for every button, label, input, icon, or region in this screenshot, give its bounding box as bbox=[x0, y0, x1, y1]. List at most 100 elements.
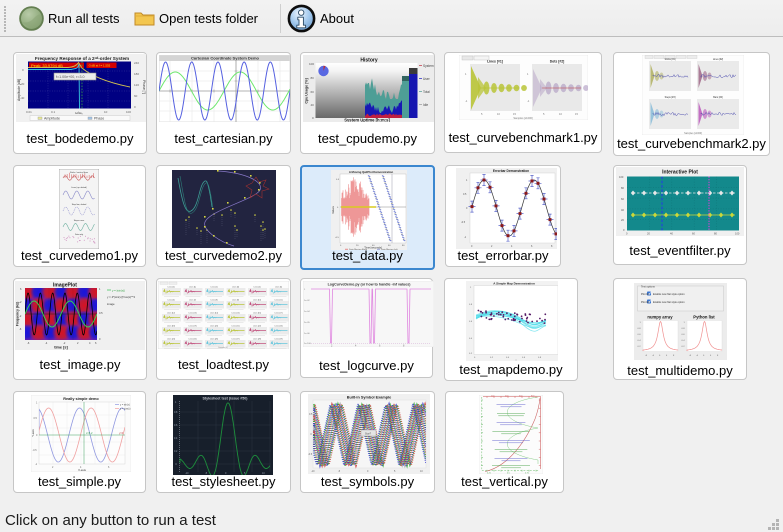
svg-text:Lines [12]: Lines [12] bbox=[167, 313, 175, 315]
svg-text:A Simple Map Demonstration: A Simple Map Demonstration bbox=[493, 282, 535, 286]
svg-text:Interactive Plot: Interactive Plot bbox=[662, 170, 698, 176]
svg-text:Lines [21]: Lines [21] bbox=[232, 326, 240, 328]
svg-text:Python list: Python list bbox=[693, 315, 715, 320]
svg-text:x=5.2: x=5.2 bbox=[86, 431, 93, 435]
svg-text:Lines [15]: Lines [15] bbox=[232, 313, 240, 315]
svg-text:Phase: Phase bbox=[94, 116, 104, 120]
svg-text:40: 40 bbox=[311, 103, 315, 107]
svg-text:ω/ω₀: ω/ω₀ bbox=[75, 111, 83, 115]
svg-text:100: 100 bbox=[309, 62, 314, 66]
svg-text:100: 100 bbox=[619, 175, 624, 179]
svg-text:Lines [14]: Lines [14] bbox=[210, 313, 218, 315]
svg-text:y = 4*|sin(x)|*cos(x)**3: y = 4*|sin(x)|*cos(x)**3 bbox=[107, 295, 135, 299]
svg-text:-3 dB at f = 1.555: -3 dB at f = 1.555 bbox=[88, 64, 111, 68]
svg-text:180: 180 bbox=[134, 72, 139, 76]
svg-text:Cpu Usage [%]: Cpu Usage [%] bbox=[305, 78, 309, 103]
svg-text:Lines [11]: Lines [11] bbox=[275, 300, 283, 302]
svg-text:System Uptime [h:m:s]: System Uptime [h:m:s] bbox=[344, 118, 390, 122]
svg-text:Lines [2]: Lines [2] bbox=[211, 287, 218, 289]
svg-text:Lines [13]: Lines [13] bbox=[189, 313, 197, 315]
svg-text:numpy array: numpy array bbox=[647, 315, 673, 320]
svg-text:0.1: 0.1 bbox=[51, 110, 56, 114]
svg-text:Lines [#1]: Lines [#1] bbox=[487, 59, 503, 63]
svg-text:ImagePlot: ImagePlot bbox=[53, 283, 77, 289]
svg-text:Lines [24]: Lines [24] bbox=[167, 339, 175, 341]
svg-text:0.5: 0.5 bbox=[99, 311, 103, 315]
svg-text:Plot #1: Plot #1 bbox=[641, 292, 650, 296]
svg-text:Lines [8]: Lines [8] bbox=[211, 300, 218, 302]
svg-text:Dots [#2]: Dots [#2] bbox=[550, 59, 565, 63]
svg-text:Lines [1]: Lines [1] bbox=[189, 287, 196, 289]
svg-text:y = cos(x): y = cos(x) bbox=[120, 408, 131, 411]
svg-text:Lines [3]: Lines [3] bbox=[232, 287, 239, 289]
svg-text:History: History bbox=[360, 58, 377, 64]
svg-text:Lines [#2]: Lines [#2] bbox=[713, 58, 724, 61]
svg-text:Amplitude: Amplitude bbox=[44, 116, 60, 120]
svg-text:LogCurveDemo.py (or how to han: LogCurveDemo.py (or how to handle -inf v… bbox=[328, 283, 412, 287]
svg-text:100: 100 bbox=[126, 110, 131, 114]
svg-text:Samples [x1000]: Samples [x1000] bbox=[513, 116, 533, 120]
svg-text:f=1.00e+00, r=3.0: f=1.00e+00, r=3.0 bbox=[56, 75, 84, 79]
svg-text:Values: Values bbox=[331, 205, 335, 213]
svg-text:Lines [20]: Lines [20] bbox=[210, 326, 218, 328]
svg-text:Phase [°]: Phase [°] bbox=[142, 80, 146, 94]
svg-text:1e-04: 1e-04 bbox=[304, 311, 310, 313]
svg-text:-0.5: -0.5 bbox=[461, 221, 466, 224]
svg-text:Sticks / vertical lines: Sticks / vertical lines bbox=[70, 171, 88, 174]
svg-text:Idle: Idle bbox=[423, 103, 428, 107]
svg-text:Lines [18]: Lines [18] bbox=[167, 326, 175, 328]
svg-text:Plot #2: Plot #2 bbox=[641, 300, 650, 304]
svg-text:Lines [17]: Lines [17] bbox=[275, 313, 283, 315]
svg-text:y=0: y=0 bbox=[119, 431, 124, 435]
svg-text:Stylesheet test (issue #50): Stylesheet test (issue #50) bbox=[203, 397, 249, 401]
svg-text:Enable new flat style option: Enable new flat style option bbox=[653, 292, 685, 296]
svg-text:-0.5: -0.5 bbox=[308, 453, 313, 456]
svg-text:1e-06: 1e-06 bbox=[304, 333, 310, 335]
svg-text:Cartesian Coordinate System De: Cartesian Coordinate System Demo bbox=[191, 56, 260, 61]
svg-text:Built-in Symbol Example: Built-in Symbol Example bbox=[347, 396, 392, 400]
svg-text:Lines [29]: Lines [29] bbox=[275, 339, 283, 341]
svg-text:Really simple demo: Really simple demo bbox=[63, 397, 99, 401]
svg-text:System: System bbox=[423, 64, 434, 68]
svg-text:image: image bbox=[107, 302, 115, 306]
svg-text:1e-02: 1e-02 bbox=[304, 300, 310, 302]
svg-text:Steps curve: Steps curve bbox=[74, 219, 85, 222]
svg-text:time [s]: time [s] bbox=[54, 346, 68, 350]
svg-text:240: 240 bbox=[134, 61, 139, 65]
svg-text:Frequency (Hz): Frequency (Hz) bbox=[16, 302, 20, 327]
svg-text:Lines [27]: Lines [27] bbox=[232, 339, 240, 341]
svg-text:Total: Total bbox=[423, 90, 430, 94]
svg-text:Lines [16]: Lines [16] bbox=[253, 313, 261, 315]
svg-text:60: 60 bbox=[311, 90, 315, 94]
svg-text:-0.5: -0.5 bbox=[33, 449, 38, 452]
svg-text:Lines [25]: Lines [25] bbox=[189, 339, 197, 341]
svg-text:Lines [10]: Lines [10] bbox=[253, 300, 261, 302]
svg-text:100: 100 bbox=[735, 232, 740, 236]
svg-text:A Moving QwtPlot Demonstration: A Moving QwtPlot Demonstration bbox=[349, 170, 394, 174]
svg-text:Samples [k]: Samples [k] bbox=[218, 347, 228, 349]
svg-text:Lines [22]: Lines [22] bbox=[253, 326, 261, 328]
svg-text:80: 80 bbox=[311, 76, 315, 80]
svg-text:Dots only: Dots only bbox=[75, 233, 83, 236]
svg-text:Enable new flat style option: Enable new flat style option bbox=[653, 300, 685, 304]
svg-text:120: 120 bbox=[134, 83, 139, 87]
svg-text:1e-100: 1e-100 bbox=[304, 343, 312, 345]
svg-text:Lines [5]: Lines [5] bbox=[275, 287, 282, 289]
svg-text:Lines [0]: Lines [0] bbox=[168, 287, 175, 289]
svg-text:y = |sin(x)|: y = |sin(x)| bbox=[112, 288, 125, 292]
svg-text:0.01: 0.01 bbox=[26, 110, 32, 114]
svg-text:Lines [9]: Lines [9] bbox=[232, 300, 239, 302]
svg-text:Test options: Test options bbox=[641, 285, 656, 289]
svg-text:Lines [19]: Lines [19] bbox=[189, 326, 197, 328]
svg-text:Lines [23]: Lines [23] bbox=[275, 326, 283, 328]
svg-text:User: User bbox=[423, 77, 431, 81]
svg-text:Lines [4]: Lines [4] bbox=[254, 287, 261, 289]
svg-text:Lines [6]: Lines [6] bbox=[168, 300, 175, 302]
svg-text:Amplitude [dB]: Amplitude [dB] bbox=[17, 79, 21, 101]
svg-text:Errorbar Demonstration: Errorbar Demonstration bbox=[493, 169, 529, 173]
svg-text:y = sin(x): y = sin(x) bbox=[120, 404, 130, 407]
svg-text:X-axis: X-axis bbox=[78, 468, 86, 472]
svg-text:Lines [7]: Lines [7] bbox=[189, 300, 196, 302]
svg-text:Samples [x1000]: Samples [x1000] bbox=[684, 132, 702, 135]
svg-text:60: 60 bbox=[134, 94, 138, 98]
